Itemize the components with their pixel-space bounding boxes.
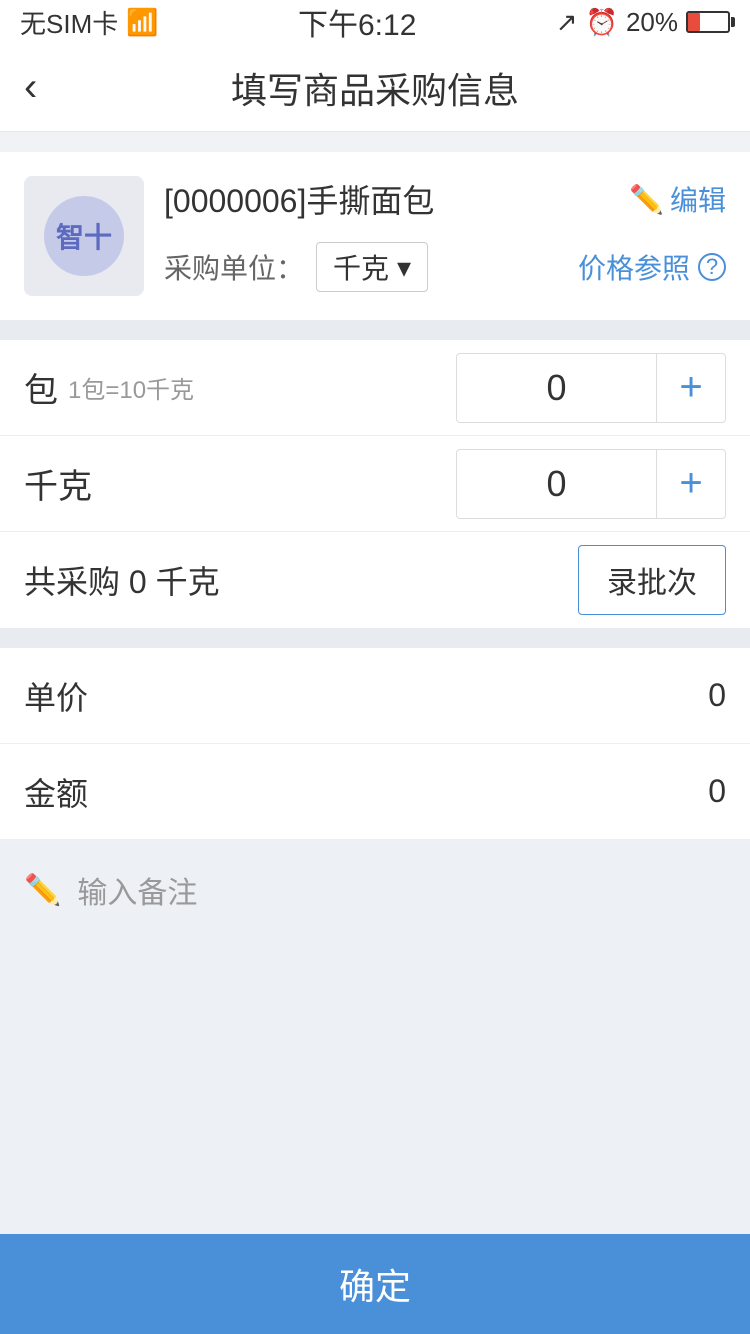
unit-price-value: 0: [708, 677, 726, 714]
summary-text: 共采购 0 千克: [24, 557, 220, 603]
kg-value[interactable]: 0: [456, 449, 656, 519]
price-ref-link[interactable]: 价格参照 ?: [578, 247, 726, 287]
unit-label: 采购单位：: [164, 247, 304, 287]
bao-value[interactable]: 0: [456, 353, 656, 423]
carrier-text: 无SIM卡: [20, 4, 118, 41]
product-name: [0000006]手撕面包: [164, 176, 434, 222]
bao-plus-button[interactable]: +: [656, 353, 726, 423]
info-section: 单价 0 金额 0: [0, 648, 750, 840]
product-card: 智十 [0000006]手撕面包 ✏️ 编辑 采购单位： 千克 ▾ 价格参照 ?: [0, 152, 750, 320]
summary-amount: 0: [129, 564, 147, 600]
status-left: 无SIM卡 📶: [20, 4, 159, 41]
nav-bar: ‹ 填写商品采购信息: [0, 44, 750, 132]
amount-row: 金额 0: [0, 744, 750, 840]
bao-input-right: 0 +: [456, 353, 726, 423]
status-right: ↗ ⏰ 20%: [556, 7, 730, 38]
kg-label: 千克: [24, 459, 92, 508]
status-bar: 无SIM卡 📶 下午6:12 ↗ ⏰ 20%: [0, 0, 750, 44]
input-section: 包 1包=10千克 0 + 千克 0 +: [0, 340, 750, 532]
pencil-icon: ✏️: [24, 873, 61, 908]
section-divider-1: [0, 320, 750, 340]
product-name-row: [0000006]手撕面包 ✏️ 编辑: [164, 176, 726, 222]
back-button[interactable]: ‹: [24, 65, 37, 110]
product-info: [0000006]手撕面包 ✏️ 编辑 采购单位： 千克 ▾ 价格参照 ?: [164, 176, 726, 292]
location-icon: ↗: [556, 7, 578, 38]
edit-icon: ✏️: [629, 183, 664, 216]
product-unit-row: 采购单位： 千克 ▾ 价格参照 ?: [164, 242, 726, 292]
alarm-icon: ⏰: [586, 7, 618, 38]
unit-price-label: 单价: [24, 673, 88, 719]
kg-input-right: 0 +: [456, 449, 726, 519]
info-icon: ?: [698, 253, 726, 281]
battery-percent: 20%: [626, 7, 678, 38]
unit-select[interactable]: 千克 ▾: [316, 242, 428, 292]
product-logo: 智十: [44, 196, 124, 276]
amount-value: 0: [708, 773, 726, 810]
section-divider-2: [0, 628, 750, 648]
unit-price-row: 单价 0: [0, 648, 750, 744]
dropdown-arrow-icon: ▾: [397, 251, 411, 284]
confirm-section[interactable]: 确定: [0, 1234, 750, 1334]
battery-icon: [686, 11, 730, 33]
bao-input-row: 包 1包=10千克 0 +: [0, 340, 750, 436]
status-time: 下午6:12: [298, 0, 416, 44]
amount-label: 金额: [24, 769, 88, 815]
product-image: 智十: [24, 176, 144, 296]
batch-button[interactable]: 录批次: [578, 545, 726, 615]
confirm-button[interactable]: 确定: [339, 1258, 411, 1310]
edit-link[interactable]: ✏️ 编辑: [629, 179, 726, 219]
wifi-icon: 📶: [126, 7, 158, 38]
bao-sublabel: 1包=10千克: [68, 370, 194, 405]
kg-input-row: 千克 0 +: [0, 436, 750, 532]
notes-section[interactable]: ✏️ 输入备注: [0, 840, 750, 940]
bao-label: 包: [24, 363, 58, 412]
notes-placeholder: 输入备注: [77, 868, 197, 912]
page-title: 填写商品采购信息: [231, 62, 519, 114]
summary-unit: 千克: [156, 564, 220, 600]
summary-row: 共采购 0 千克 录批次: [0, 532, 750, 628]
kg-plus-button[interactable]: +: [656, 449, 726, 519]
